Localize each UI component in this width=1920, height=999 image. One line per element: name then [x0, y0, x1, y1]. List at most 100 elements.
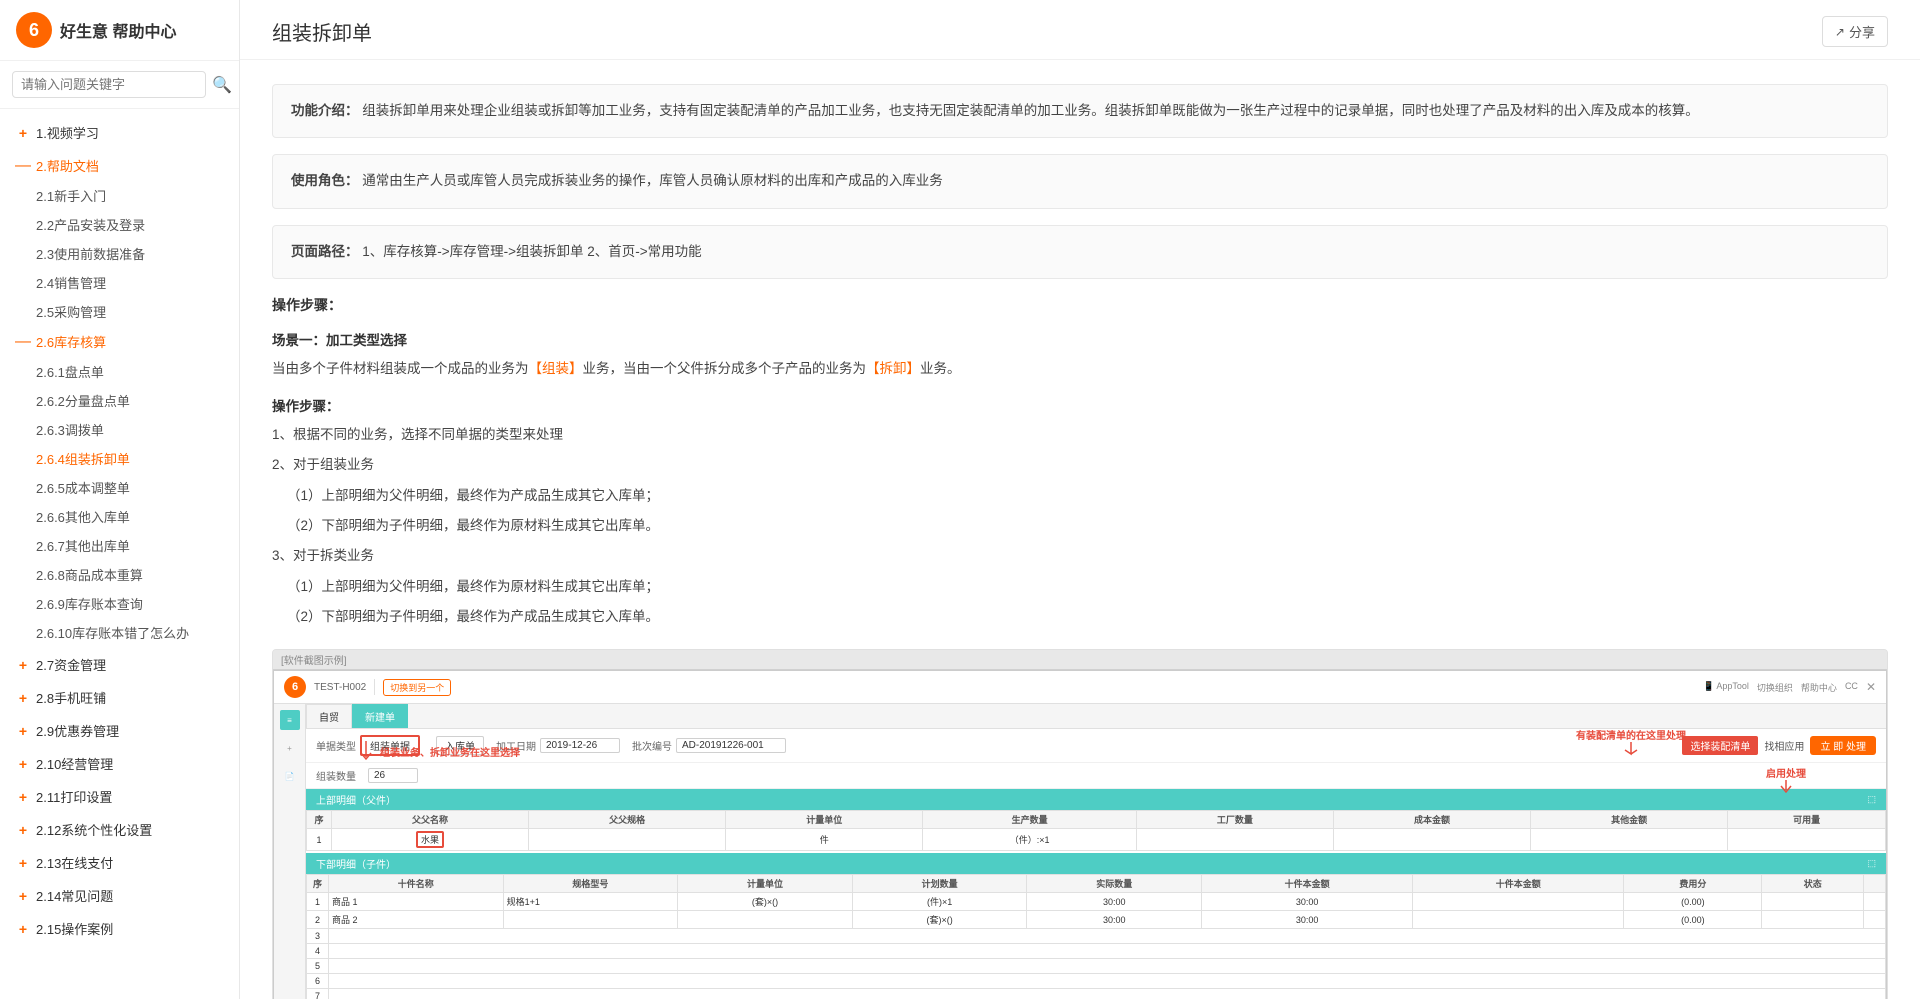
sim-table-bottom-title: 下部明细（子件）	[316, 856, 396, 871]
sidebar-item-online-payment[interactable]: + 2.13在线支付	[0, 847, 239, 878]
sidebar-item-data-prep[interactable]: 2.3使用前数据准备	[0, 239, 239, 268]
step-2: 2、对于组装业务	[272, 453, 1888, 477]
sim-td-spec	[529, 829, 726, 851]
sim-qty-input[interactable]	[368, 768, 418, 783]
sidebar-item-2-6-7[interactable]: 2.6.7其他出库单	[0, 531, 239, 560]
sim-company: TEST-H002	[314, 682, 366, 693]
share-button[interactable]: ↗ 分享	[1822, 16, 1888, 47]
sidebar-item-2-6-1[interactable]: 2.6.1盘点单	[0, 357, 239, 386]
sim-tab-autotrade[interactable]: 自贸	[306, 704, 352, 728]
sim-btd-2-spec	[503, 911, 678, 929]
sidebar-item-custom[interactable]: + 2.12系统个性化设置	[0, 814, 239, 845]
sim-top-table: 序 父父名称 父父规格 计量单位 生产数量 工厂数量 成本金额 其他金额 可用量	[306, 810, 1886, 851]
sim-th-prod-qty: 生产数量	[923, 811, 1137, 829]
sim-bth-name: 十件名称	[329, 875, 504, 893]
sim-close-icon[interactable]: ✕	[1866, 680, 1876, 694]
sim-field-batch: 批次编号	[632, 738, 786, 753]
nav-section-2-7: + 2.7资金管理	[0, 649, 239, 680]
scene1-intro: 当由多个子件材料组装成一个成品的业务为【组装】业务，当由一个父件拆分成多个子产品…	[272, 357, 1888, 381]
sidebar-item-install[interactable]: 2.2产品安装及登录	[0, 210, 239, 239]
nav-section-2-11: + 2.11打印设置	[0, 781, 239, 812]
sidebar-item-inventory[interactable]: — 2.6库存核算	[0, 326, 239, 357]
sim-bth-unit: 计量单位	[678, 875, 853, 893]
sidebar-item-capital[interactable]: + 2.7资金管理	[0, 649, 239, 680]
sidebar-item-2-6-10[interactable]: 2.6.10库存账本错了怎么办	[0, 618, 239, 647]
nav-section-2-8: + 2.8手机旺铺	[0, 682, 239, 713]
sidebar-item-label: 2.13在线支付	[36, 853, 113, 872]
sidebar-item-biz-mgmt[interactable]: + 2.10经营管理	[0, 748, 239, 779]
sim-btd-1-cost2	[1413, 893, 1624, 911]
sim-top-bar: 6 TEST-H002 切换到另一个 📱 AppTool 切换组织 帮助中心 C…	[274, 671, 1886, 704]
sim-field-date-input[interactable]	[540, 738, 620, 753]
sim-annotation-1-text: 有装配清单的在这里处理	[1576, 727, 1686, 742]
step-3-2: （2）下部明细为子件明细，最终作为产成品生成其它入库单。	[272, 605, 1888, 629]
sidebar-item-2-6-5[interactable]: 2.6.5成本调整单	[0, 473, 239, 502]
search-input[interactable]	[12, 71, 206, 98]
sidebar-item-help-docs[interactable]: — 2.帮助文档	[0, 150, 239, 181]
sim-left-icon-2: +	[280, 738, 300, 758]
sim-brow-7: 7	[307, 989, 1886, 999]
sim-left-strip: ≡ + 📄	[274, 704, 306, 999]
page-path-label: 页面路径：	[291, 244, 359, 259]
plus-icon: +	[16, 691, 30, 705]
sidebar-item-2-6-8[interactable]: 2.6.8商品成本重算	[0, 560, 239, 589]
sim-table-top-expand[interactable]: ⬚	[1867, 794, 1876, 805]
sidebar-item-2-6-9[interactable]: 2.6.9库存账本查询	[0, 589, 239, 618]
sidebar-item-2-6-4[interactable]: 2.6.4组装拆卸单	[0, 444, 239, 473]
sim-bth-fee: 费用分	[1624, 875, 1762, 893]
feature-intro-text: 组装拆卸单用来处理企业组装或拆卸等加工业务，支持有固定装配清单的产品加工业务，也…	[362, 103, 1699, 118]
sim-sub-form-row: 组装数量 组装业务、拆卸业务在这里选择 启用处	[306, 763, 1886, 789]
screenshot-container: [软件截图示例] 6 TEST-H002 切换到另一个 📱 AppTool 切换…	[272, 649, 1888, 999]
sim-arrow-3	[1771, 780, 1801, 794]
sidebar-item-mobile[interactable]: + 2.8手机旺铺	[0, 682, 239, 713]
sim-switch-btn[interactable]: 切换到另一个	[383, 679, 451, 696]
sim-td-unit: 件	[726, 829, 923, 851]
sidebar-item-print[interactable]: + 2.11打印设置	[0, 781, 239, 812]
sim-bottom-table: 序 十件名称 规格型号 计量单位 计划数量 实际数量 十件本金额 十件本金额 费	[306, 874, 1886, 999]
step-2-1: （1）上部明细为父件明细，最终作为产成品生成其它入库单；	[272, 484, 1888, 508]
page-path-box: 页面路径： 1、库存核算->库存管理->组装拆卸单 2、首页->常用功能	[272, 225, 1888, 279]
sim-table-bottom-expand[interactable]: ⬚	[1867, 858, 1876, 869]
sidebar-item-cases[interactable]: + 2.15操作案例	[0, 913, 239, 944]
sidebar-item-purchase[interactable]: 2.5采购管理	[0, 297, 239, 326]
minus-icon: —	[16, 159, 30, 173]
sidebar-item-video-learning[interactable]: + 1.视频学习	[0, 117, 239, 148]
step-3-1: （1）上部明细为父件明细，最终作为原材料生成其它出库单；	[272, 575, 1888, 599]
sidebar-item-label: 2.14常见问题	[36, 886, 113, 905]
sim-content: ≡ + 📄 自贸 新建单 单据	[274, 704, 1886, 999]
main-header: 组装拆卸单 ↗ 分享	[240, 0, 1920, 60]
sim-annotation-1: 有装配清单的在这里处理	[1576, 727, 1686, 760]
sidebar-item-coupon[interactable]: + 2.9优惠券管理	[0, 715, 239, 746]
sim-btd-2-act	[1864, 911, 1886, 929]
sim-tab-new[interactable]: 新建单	[352, 704, 408, 728]
operations-section: 操作步骤： 场景一：加工类型选择 当由多个子件材料组装成一个成品的业务为【组装】…	[272, 295, 1888, 629]
sim-table-bottom-header: 下部明细（子件） ⬚	[306, 853, 1886, 874]
sim-th-factory-qty: 工厂数量	[1136, 811, 1333, 829]
sidebar-item-beginner[interactable]: 2.1新手入门	[0, 181, 239, 210]
sidebar-item-label: 2.6库存核算	[36, 332, 106, 351]
sim-td-name-value: 水果	[416, 831, 444, 848]
sim-btd-2-cost2	[1413, 911, 1624, 929]
sidebar-item-2-6-6[interactable]: 2.6.6其他入库单	[0, 502, 239, 531]
sim-process-btn[interactable]: 立 即 处理	[1810, 736, 1876, 755]
search-button[interactable]: 🔍	[212, 75, 232, 95]
sidebar-item-faq[interactable]: + 2.14常见问题	[0, 880, 239, 911]
user-role-label: 使用角色：	[291, 173, 359, 188]
sim-annotation-2: 组装业务、拆卸业务在这里选择	[356, 741, 520, 761]
nav-section-2-13: + 2.13在线支付	[0, 847, 239, 878]
sim-btd-1-actualqty: 30:00	[1027, 893, 1202, 911]
sim-select-config-btn[interactable]: 选择装配清单	[1682, 736, 1758, 755]
sim-td-othercost	[1531, 829, 1728, 851]
sim-form-row-1: 单据类型 组装单据 入库单 加工日期	[306, 729, 1886, 763]
sim-btd-6-rest	[329, 974, 1886, 989]
feature-intro-label: 功能介绍：	[291, 103, 359, 118]
plus-icon: +	[16, 856, 30, 870]
sidebar-item-label: 2.12系统个性化设置	[36, 820, 152, 839]
highlight-assemble: 【组装】	[529, 361, 583, 376]
sim-field-batch-input[interactable]	[676, 738, 786, 753]
sim-brow-3: 3	[307, 929, 1886, 944]
sidebar-item-2-6-3[interactable]: 2.6.3调拨单	[0, 415, 239, 444]
sidebar-item-sales[interactable]: 2.4销售管理	[0, 268, 239, 297]
sim-btd-1-fee: (0.00)	[1624, 893, 1762, 911]
sidebar-item-2-6-2[interactable]: 2.6.2分量盘点单	[0, 386, 239, 415]
